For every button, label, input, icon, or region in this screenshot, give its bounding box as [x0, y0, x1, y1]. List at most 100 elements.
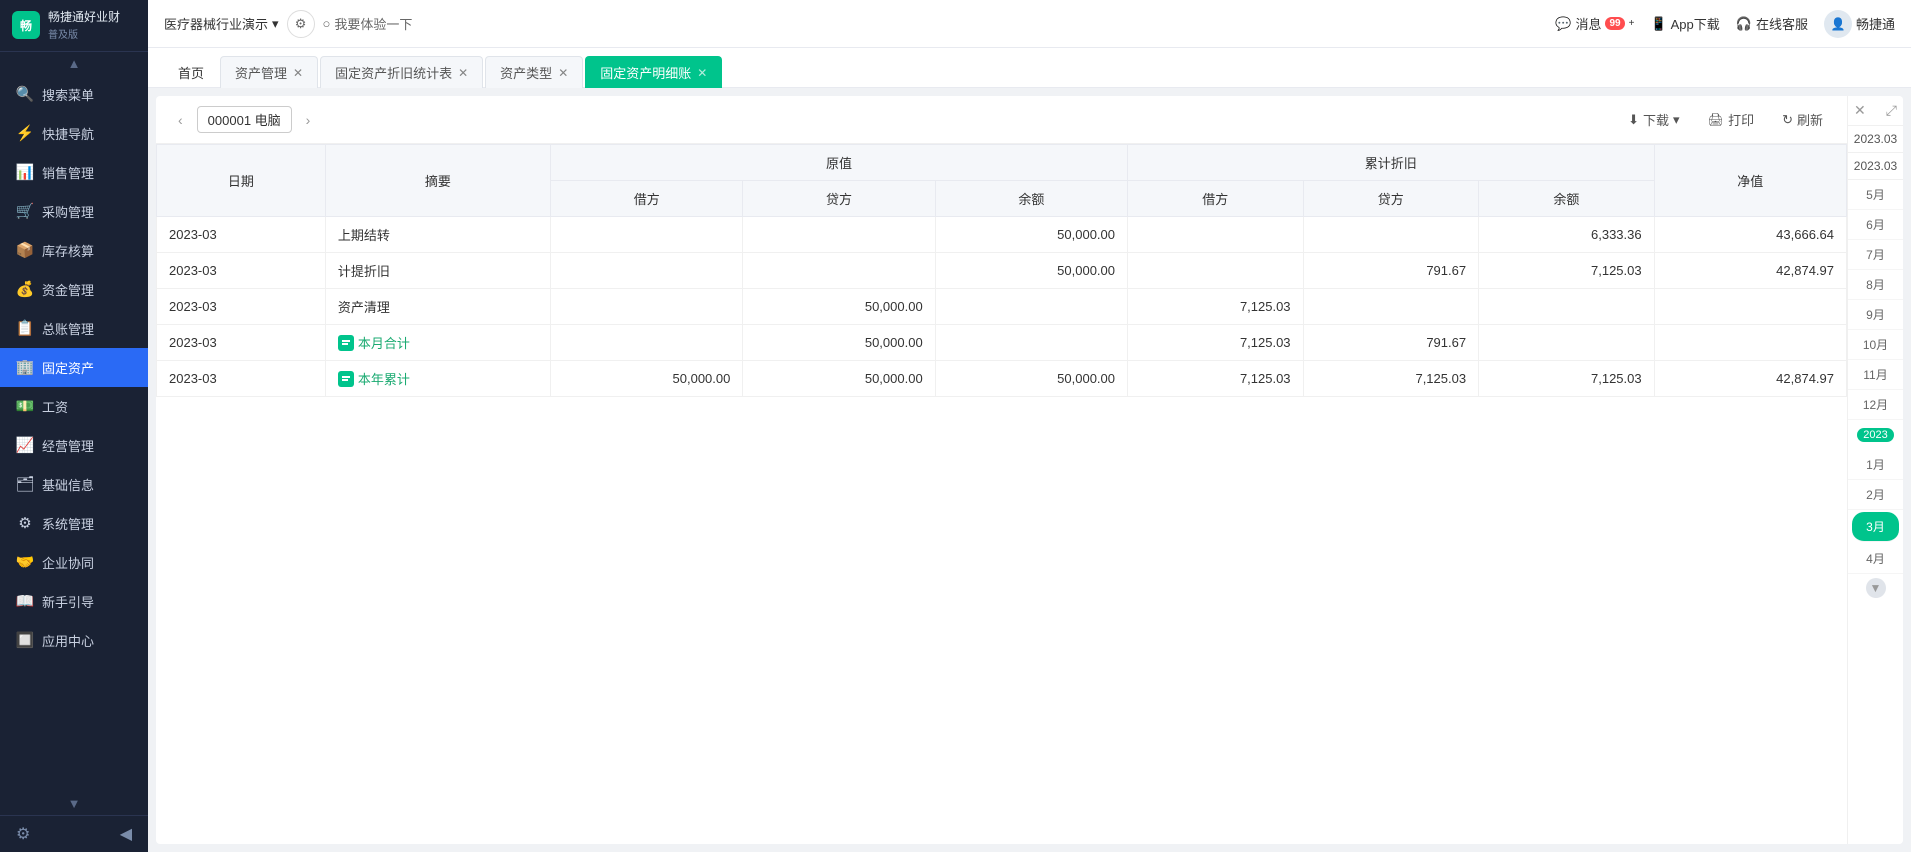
- sidebar-icon-funds: 💰: [16, 280, 34, 298]
- sidebar-item-funds[interactable]: 💰 资金管理: [0, 270, 148, 309]
- sidebar-label-payroll: 工资: [42, 397, 68, 416]
- timeline-month[interactable]: 4月: [1848, 544, 1903, 574]
- table-cell: 2023-03: [157, 325, 326, 361]
- table-cell: 2023-03: [157, 253, 326, 289]
- download-button[interactable]: ⬇ 下载 ▾: [1620, 106, 1687, 133]
- tab-asset-type[interactable]: 资产类型 ✕: [485, 56, 583, 88]
- topbar-left: 医疗器械行业演示 ▾ ⚙ ○ 我要体验一下: [164, 10, 412, 38]
- sidebar-icon-fixed: 🏢: [16, 358, 34, 376]
- timeline-month[interactable]: 5月: [1848, 180, 1903, 210]
- print-icon: 🖨: [1708, 112, 1725, 128]
- sidebar-item-ledger[interactable]: 📋 总账管理: [0, 309, 148, 348]
- app-logo: 畅: [12, 11, 40, 39]
- table-cell: 资产清理: [325, 289, 550, 325]
- col-orig-debit: 借方: [551, 181, 743, 217]
- timeline-month[interactable]: 9月: [1848, 300, 1903, 330]
- sidebar-label-inventory: 库存核算: [42, 241, 94, 260]
- settings-icon[interactable]: ⚙: [16, 824, 30, 844]
- collapse-icon[interactable]: ◀: [120, 824, 132, 844]
- sidebar-item-search[interactable]: 🔍 搜索菜单: [0, 75, 148, 114]
- tab-home[interactable]: 首页: [164, 57, 218, 88]
- tab-label-asset-type: 资产类型: [500, 63, 552, 82]
- sidebar-icon-apps: 🔲: [16, 631, 34, 649]
- col-acc-balance: 余额: [1479, 181, 1655, 217]
- main-area: 医疗器械行业演示 ▾ ⚙ ○ 我要体验一下 💬 消息 99 + 📱 App下载 …: [148, 0, 1911, 852]
- table-cell: 7,125.03: [1479, 253, 1655, 289]
- tab-assets[interactable]: 资产管理✕: [220, 56, 318, 88]
- sidebar-icon-guide: 📖: [16, 592, 34, 610]
- sidebar-icon-sales: 📊: [16, 163, 34, 181]
- messages-label: 消息: [1575, 14, 1601, 33]
- user-menu[interactable]: 👤 畅捷通: [1824, 10, 1895, 38]
- col-acc-debit: 借方: [1128, 181, 1304, 217]
- messages-button[interactable]: 💬 消息 99 +: [1555, 14, 1634, 33]
- timeline-scroll-down[interactable]: ▼: [1866, 578, 1886, 598]
- toolbar-right: ⬇ 下载 ▾ 🖨 打印 ↻ 刷新: [1620, 106, 1831, 133]
- tab-asset-detail[interactable]: 固定资产明细账✕: [585, 56, 722, 88]
- avatar: 👤: [1824, 10, 1852, 38]
- table-cell: [743, 253, 935, 289]
- sidebar-item-quicknav[interactable]: ⚡ 快捷导航: [0, 114, 148, 153]
- timeline-month[interactable]: 1月: [1848, 450, 1903, 480]
- sidebar-item-sales[interactable]: 📊 销售管理: [0, 153, 148, 192]
- sidebar-icon-payroll: 💵: [16, 397, 34, 415]
- sidebar-icon-ops: 📈: [16, 436, 34, 454]
- sidebar-scroll-down[interactable]: ▼: [0, 792, 148, 815]
- company-settings-button[interactable]: ⚙: [287, 10, 315, 38]
- timeline-close-button[interactable]: ✕: [1854, 102, 1866, 119]
- sidebar-label-funds: 资金管理: [42, 280, 94, 299]
- table-row: 2023-03 本月合计50,000.007,125.03791.67: [157, 325, 1847, 361]
- refresh-button[interactable]: ↻ 刷新: [1774, 106, 1831, 133]
- timeline-month[interactable]: 2月: [1848, 480, 1903, 510]
- sidebar-item-inventory[interactable]: 📦 库存核算: [0, 231, 148, 270]
- sidebar-item-payroll[interactable]: 💵 工资: [0, 387, 148, 426]
- timeline-month[interactable]: 6月: [1848, 210, 1903, 240]
- table-cell: [551, 217, 743, 253]
- sidebar-item-system[interactable]: ⚙ 系统管理: [0, 504, 148, 543]
- sidebar-label-system: 系统管理: [42, 514, 94, 533]
- timeline-month[interactable]: 11月: [1848, 360, 1903, 390]
- tab-close-assets[interactable]: ✕: [293, 66, 303, 80]
- message-icon: 💬: [1555, 16, 1571, 32]
- sidebar-item-purchase[interactable]: 🛒 采购管理: [0, 192, 148, 231]
- next-asset-button[interactable]: ›: [300, 110, 317, 130]
- timeline-expand-button[interactable]: ⤢: [1886, 102, 1897, 119]
- timeline-month[interactable]: 3月: [1852, 512, 1899, 542]
- table-cell: 上期结转: [325, 217, 550, 253]
- timeline-month[interactable]: 7月: [1848, 240, 1903, 270]
- col-net-value: 净值: [1654, 145, 1846, 217]
- table-cell: [551, 253, 743, 289]
- sidebar-item-collab[interactable]: 🤝 企业协同: [0, 543, 148, 582]
- print-button[interactable]: 🖨 打印: [1700, 106, 1763, 133]
- tab-close-asset-type[interactable]: ✕: [558, 66, 568, 80]
- online-service-button[interactable]: 🎧 在线客服: [1736, 14, 1808, 33]
- tab-close-depreciation[interactable]: ✕: [458, 66, 468, 80]
- sidebar-item-apps[interactable]: 🔲 应用中心: [0, 621, 148, 660]
- timeline-month[interactable]: 10月: [1848, 330, 1903, 360]
- sidebar-item-base[interactable]: 🗂 基础信息: [0, 465, 148, 504]
- sidebar-item-guide[interactable]: 📖 新手引导: [0, 582, 148, 621]
- tab-close-asset-detail[interactable]: ✕: [697, 66, 707, 80]
- app-title-block: 畅捷通好业财 普及版: [48, 10, 120, 41]
- sidebar-scroll-up[interactable]: ▲: [0, 52, 148, 75]
- timeline-month[interactable]: 8月: [1848, 270, 1903, 300]
- trial-button[interactable]: ○ 我要体验一下: [323, 14, 413, 33]
- sidebar-label-collab: 企业协同: [42, 553, 94, 572]
- app-download-button[interactable]: 📱 App下载: [1650, 14, 1719, 33]
- table-cell: 7,125.03: [1128, 361, 1304, 397]
- content-area: ‹ 000001 电脑 › ⬇ 下载 ▾ 🖨 打印 ↻: [156, 96, 1903, 844]
- sidebar-label-purchase: 采购管理: [42, 202, 94, 221]
- sidebar-item-ops[interactable]: 📈 经营管理: [0, 426, 148, 465]
- tab-depreciation[interactable]: 固定资产折旧统计表✕: [320, 56, 483, 88]
- company-name: 医疗器械行业演示: [164, 14, 268, 33]
- company-selector[interactable]: 医疗器械行业演示 ▾: [164, 14, 279, 33]
- sidebar-item-fixed[interactable]: 🏢 固定资产: [0, 348, 148, 387]
- messages-badge: 99: [1605, 17, 1624, 30]
- table-cell: [1303, 289, 1479, 325]
- table-cell: 6,333.36: [1479, 217, 1655, 253]
- timeline-month[interactable]: 12月: [1848, 390, 1903, 420]
- table-cell: 50,000.00: [935, 253, 1127, 289]
- prev-asset-button[interactable]: ‹: [172, 110, 189, 130]
- table-cell: 2023-03: [157, 217, 326, 253]
- table-cell: 2023-03: [157, 361, 326, 397]
